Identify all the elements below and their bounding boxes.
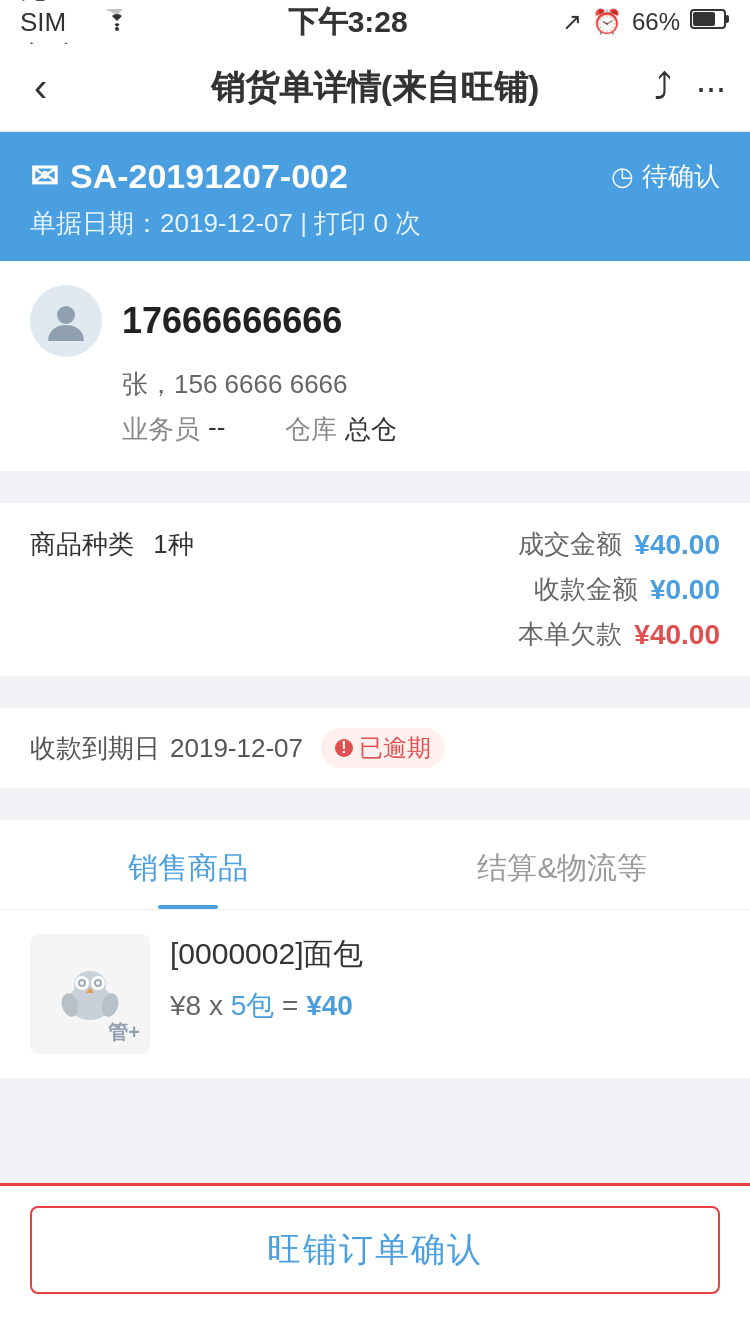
- customer-phone: 17666666666: [122, 300, 342, 342]
- overdue-badge: ! 已逾期: [321, 728, 445, 768]
- confirm-button-area: 旺铺订单确认: [0, 1183, 750, 1334]
- order-status: ◷ 待确认: [611, 159, 720, 194]
- received-amount-label: 收款金额: [534, 572, 638, 607]
- received-amount-row: 收款金额 ¥0.00: [534, 572, 720, 607]
- confirm-order-button[interactable]: 旺铺订单确认: [30, 1206, 720, 1294]
- overdue-text: 已逾期: [359, 732, 431, 764]
- product-types-value: 1种: [153, 529, 193, 559]
- owed-amount-row: 本单欠款 ¥40.00: [518, 617, 720, 652]
- status-text: 待确认: [642, 159, 720, 194]
- status-time: 下午3:28: [288, 2, 408, 43]
- order-id-text: SA-20191207-002: [70, 157, 348, 196]
- deal-amount-row: 成交金额 ¥40.00: [518, 527, 720, 562]
- order-icon: ✉: [30, 156, 58, 196]
- product-name: [0000002]面包: [170, 934, 720, 975]
- owed-amount-value: ¥40.00: [634, 619, 720, 651]
- status-bar: 无 SIM 卡 ◈ 下午3:28 ↗ ⏰ 66%: [0, 0, 750, 44]
- due-date-label: 收款到期日: [30, 731, 160, 766]
- product-total: ¥40: [306, 990, 353, 1021]
- nav-bar: ‹ 销货单详情(来自旺铺) ⤴ ···: [0, 44, 750, 132]
- order-date: 单据日期：2019-12-07 | 打印 0 次: [30, 206, 720, 241]
- product-price: ¥8 x 5包 = ¥40: [170, 987, 720, 1025]
- salesperson-value: --: [208, 412, 225, 447]
- warehouse-value: 总仓: [345, 412, 397, 447]
- deal-amount-value: ¥40.00: [634, 529, 720, 561]
- divider-3: [0, 804, 750, 820]
- product-types-row: 商品种类 1种: [30, 527, 194, 562]
- location-icon: ↗: [562, 8, 582, 36]
- tab-settlement-label: 结算&物流等: [477, 851, 647, 884]
- tab-settlement[interactable]: 结算&物流等: [375, 820, 750, 909]
- tabs-header: 销售商品 结算&物流等: [0, 820, 750, 910]
- customer-meta: 业务员 -- 仓库 总仓: [122, 412, 720, 447]
- product-price-text: ¥8 x: [170, 990, 231, 1021]
- received-amount-value: ¥0.00: [650, 574, 720, 606]
- svg-rect-3: [693, 12, 715, 26]
- product-thumbnail: 管+: [30, 934, 150, 1054]
- summary-left: 商品种类 1种: [30, 527, 194, 562]
- status-right: ↗ ⏰ 66%: [562, 8, 730, 36]
- divider-2: [0, 692, 750, 708]
- alarm-icon: ⏰: [592, 8, 622, 36]
- svg-point-12: [96, 981, 100, 985]
- back-button[interactable]: ‹: [24, 55, 57, 120]
- salesperson-info: 业务员 --: [122, 412, 225, 447]
- more-button[interactable]: ···: [696, 67, 726, 109]
- svg-point-9: [80, 981, 84, 985]
- page-title: 销货单详情(来自旺铺): [211, 65, 540, 111]
- product-equals: =: [274, 990, 306, 1021]
- product-section: 管+ [0000002]面包 ¥8 x 5包 = ¥40: [0, 910, 750, 1078]
- customer-section: 17666666666 张，156 6666 6666 业务员 -- 仓库 总仓: [0, 261, 750, 471]
- due-date-value: 2019-12-07: [170, 733, 303, 764]
- svg-point-4: [57, 306, 75, 324]
- svg-point-0: [115, 27, 119, 31]
- tabs-section: 销售商品 结算&物流等: [0, 820, 750, 1078]
- tab-sales-label: 销售商品: [128, 851, 248, 884]
- battery-icon: [690, 8, 730, 36]
- summary-right: 成交金额 ¥40.00 收款金额 ¥0.00 本单欠款 ¥40.00: [518, 527, 720, 652]
- battery-level: 66%: [632, 8, 680, 36]
- product-qty: 5包: [231, 990, 275, 1021]
- order-id: ✉ SA-20191207-002: [30, 156, 348, 196]
- order-header: ✉ SA-20191207-002 ◷ 待确认 单据日期：2019-12-07 …: [0, 132, 750, 261]
- svg-rect-2: [725, 15, 729, 23]
- salesperson-label: 业务员: [122, 412, 200, 447]
- product-item: 管+ [0000002]面包 ¥8 x 5包 = ¥40: [30, 934, 720, 1054]
- tab-sales[interactable]: 销售商品: [0, 820, 375, 909]
- due-section: 收款到期日 2019-12-07 ! 已逾期: [0, 708, 750, 788]
- summary-section: 商品种类 1种 成交金额 ¥40.00 收款金额 ¥0.00 本单欠款 ¥40.…: [0, 503, 750, 676]
- clock-icon: ◷: [611, 161, 634, 192]
- owed-amount-label: 本单欠款: [518, 617, 622, 652]
- customer-detail: 张，156 6666 6666: [122, 367, 720, 402]
- warehouse-info: 仓库 总仓: [285, 412, 397, 447]
- nav-actions: ⤴ ···: [654, 67, 726, 109]
- divider-1: [0, 487, 750, 503]
- product-types-label: 商品种类: [30, 529, 134, 559]
- share-button[interactable]: ⤴: [654, 67, 672, 109]
- deal-amount-label: 成交金额: [518, 527, 622, 562]
- customer-avatar: [30, 285, 102, 357]
- product-info: [0000002]面包 ¥8 x 5包 = ¥40: [170, 934, 720, 1025]
- warehouse-label: 仓库: [285, 412, 337, 447]
- wifi-icon: [101, 7, 133, 38]
- overdue-icon: !: [335, 739, 353, 757]
